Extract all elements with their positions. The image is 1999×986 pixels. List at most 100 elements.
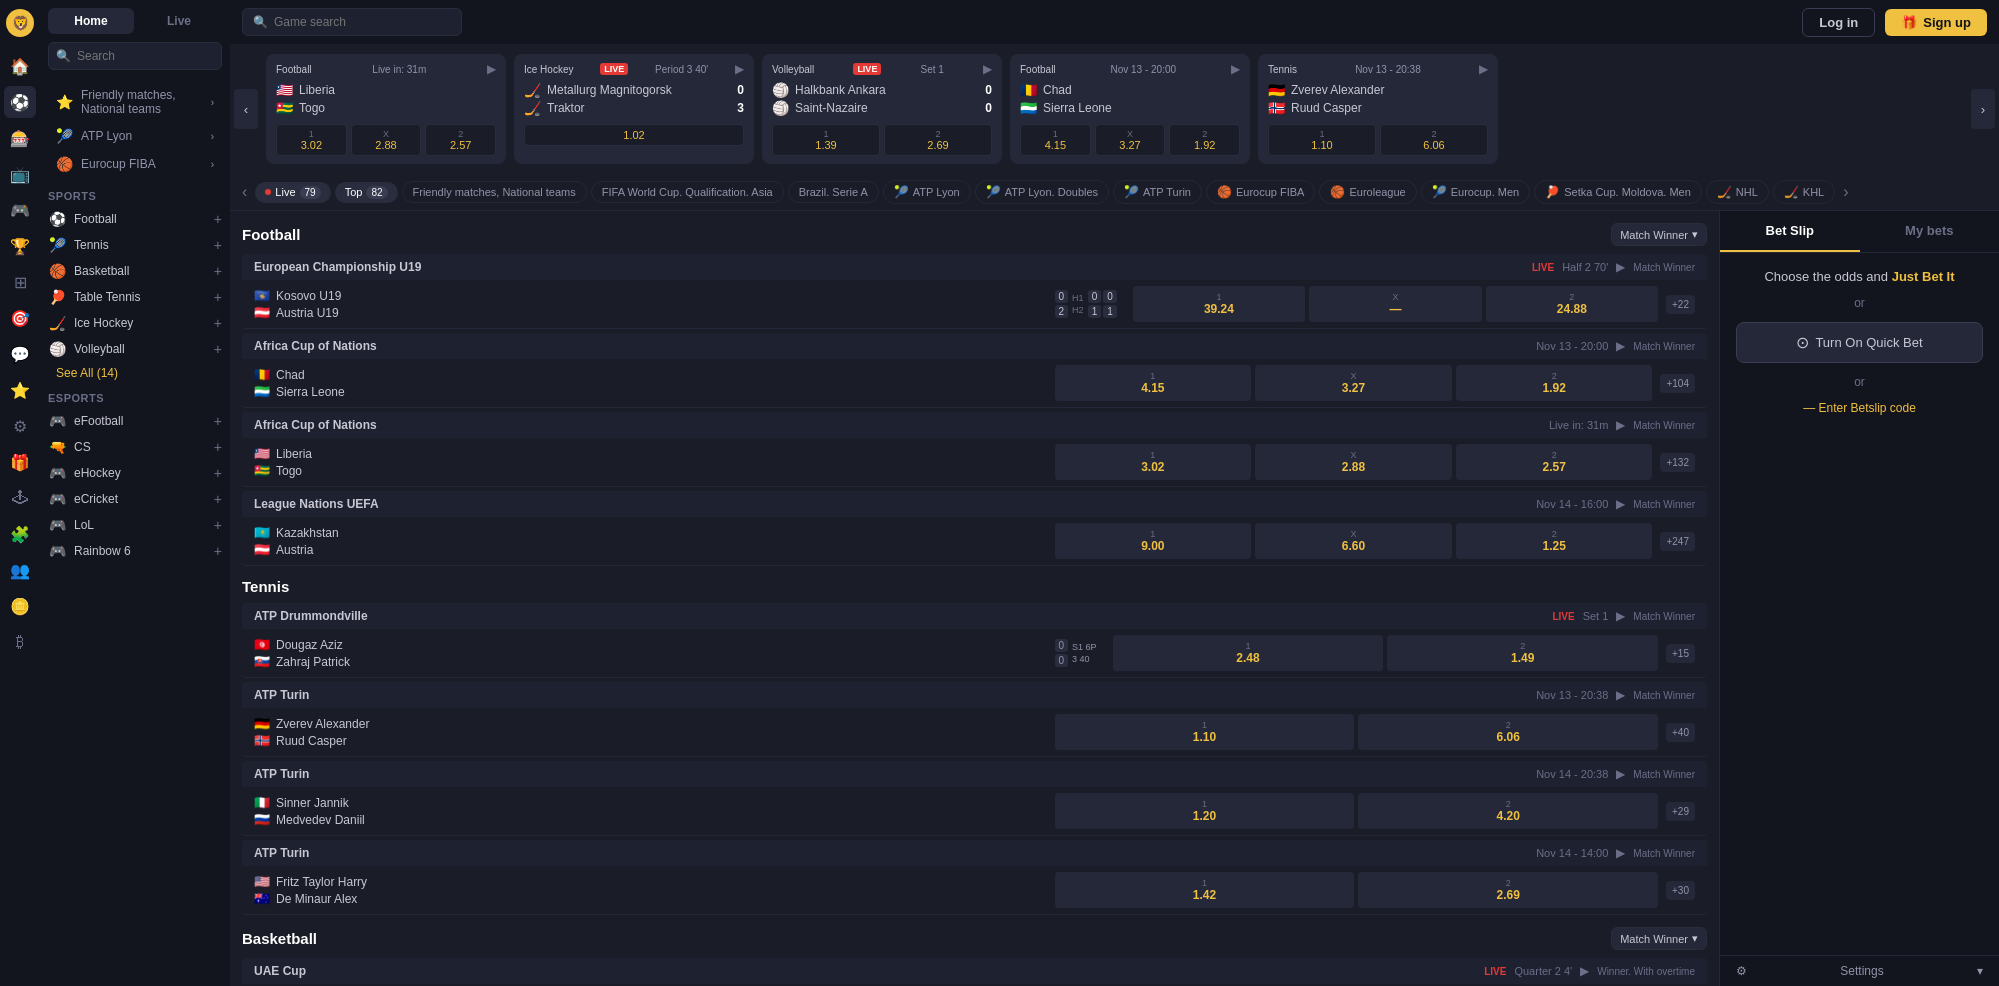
euro-u19-header[interactable]: European Championship U19 LIVE Half 2 70… xyxy=(242,254,1707,280)
betslip-tab-betslip[interactable]: Bet Slip xyxy=(1720,211,1860,252)
sidebar-sport-icehockey[interactable]: 🏒 Ice Hockey + xyxy=(40,310,230,336)
filter-chip-friendly[interactable]: Friendly matches, National teams xyxy=(402,181,587,203)
odd-1-kazakh[interactable]: 19.00 xyxy=(1055,523,1252,559)
more-badge-0[interactable]: +22 xyxy=(1666,295,1695,314)
odd-x-chad[interactable]: X3.27 xyxy=(1255,365,1452,401)
odd-1-zverev[interactable]: 11.10 xyxy=(1055,714,1355,750)
card3-odd1[interactable]: 14.15 xyxy=(1020,124,1091,156)
app-logo[interactable]: 🦁 xyxy=(5,8,35,38)
odd-1-fritz[interactable]: 11.42 xyxy=(1055,872,1355,908)
sidebar-sport-football[interactable]: ⚽ Football + xyxy=(40,206,230,232)
nav-games-icon[interactable]: 🕹 xyxy=(4,482,36,514)
filter-chip-brazil[interactable]: Brazil. Serie A xyxy=(788,181,879,203)
nav-casino-icon[interactable]: 🎰 xyxy=(4,122,36,154)
lol-add-icon[interactable]: + xyxy=(214,517,222,533)
odd-2-fritz[interactable]: 22.69 xyxy=(1358,872,1658,908)
sidebar-sport-tennis[interactable]: 🎾 Tennis + xyxy=(40,232,230,258)
more-badge-chad[interactable]: +104 xyxy=(1660,374,1695,393)
odd-2-sinner[interactable]: 24.20 xyxy=(1358,793,1658,829)
nav-puzzle-icon[interactable]: 🧩 xyxy=(4,518,36,550)
more-badge-fritz[interactable]: +30 xyxy=(1666,881,1695,900)
filter-chip-euroleague[interactable]: 🏀Euroleague xyxy=(1319,180,1416,204)
sidebar-esport-cs[interactable]: 🔫 CS + xyxy=(40,434,230,460)
sidebar-item-atplyon[interactable]: 🎾 ATP Lyon › xyxy=(48,122,222,150)
nav-trophy-icon[interactable]: 🏆 xyxy=(4,230,36,262)
nav-target-icon[interactable]: 🎯 xyxy=(4,302,36,334)
signup-button[interactable]: 🎁 Sign up xyxy=(1885,9,1987,36)
more-badge-zverev[interactable]: +40 xyxy=(1666,723,1695,742)
cs-add-icon[interactable]: + xyxy=(214,439,222,455)
more-badge-liberia[interactable]: +132 xyxy=(1660,453,1695,472)
football-market-selector[interactable]: Match Winner ▾ xyxy=(1611,223,1707,246)
odd-1-euro-u19[interactable]: 139.24 xyxy=(1133,286,1305,322)
live-card-4[interactable]: Tennis Nov 13 - 20:38 ▶ 🇩🇪Zverev Alexand… xyxy=(1258,54,1498,164)
odd-2-euro-u19[interactable]: 224.88 xyxy=(1486,286,1658,322)
search-input[interactable] xyxy=(274,15,424,29)
sidebar-esport-ehockey[interactable]: 🎮 eHockey + xyxy=(40,460,230,486)
africa-cup1-header[interactable]: Africa Cup of Nations Nov 13 - 20:00 ▶ M… xyxy=(242,333,1707,359)
icehockey-add-icon[interactable]: + xyxy=(214,315,222,331)
atp-drum-header[interactable]: ATP Drummondville LIVE Set 1 ▶ Match Win… xyxy=(242,603,1707,629)
filter-chip-atpturin[interactable]: 🎾ATP Turin xyxy=(1113,180,1202,204)
sidebar-search-input[interactable] xyxy=(48,42,222,70)
see-all-sports[interactable]: See All (14) xyxy=(40,362,230,384)
tennis-add-icon[interactable]: + xyxy=(214,237,222,253)
nav-chat-icon[interactable]: 💬 xyxy=(4,338,36,370)
card0-odd2[interactable]: 22.57 xyxy=(425,124,496,156)
filter-chip-setka[interactable]: 🏓Setka Cup. Moldova. Men xyxy=(1534,180,1702,204)
nav-home-icon[interactable]: 🏠 xyxy=(4,50,36,82)
live-card-3[interactable]: Football Nov 13 - 20:00 ▶ 🇹🇩Chad 🇸🇱Sierr… xyxy=(1010,54,1250,164)
betslip-code[interactable]: — Enter Betslip code xyxy=(1803,401,1916,415)
filter-chip-eurocupfiba[interactable]: 🏀Eurocup FIBA xyxy=(1206,180,1315,204)
tabletennis-add-icon[interactable]: + xyxy=(214,289,222,305)
sidebar-sport-basketball[interactable]: 🏀 Basketball + xyxy=(40,258,230,284)
sidebar-sport-volleyball[interactable]: 🏐 Volleyball + xyxy=(40,336,230,362)
nav-coin-icon[interactable]: 🪙 xyxy=(4,590,36,622)
card4-odd2[interactable]: 26.06 xyxy=(1380,124,1488,156)
basketball-add-icon[interactable]: + xyxy=(214,263,222,279)
card0-odd1[interactable]: 13.02 xyxy=(276,124,347,156)
cards-nav-right[interactable]: › xyxy=(1971,89,1995,129)
filter-chip-nhl[interactable]: 🏒NHL xyxy=(1706,180,1769,204)
card4-odd1[interactable]: 11.10 xyxy=(1268,124,1376,156)
odd-2-dougaz[interactable]: 21.49 xyxy=(1387,635,1658,671)
odd-1-chad[interactable]: 14.15 xyxy=(1055,365,1252,401)
nav-grid-icon[interactable]: ⊞ xyxy=(4,266,36,298)
more-badge-sinner[interactable]: +29 xyxy=(1666,802,1695,821)
live-card-1[interactable]: Ice Hockey LIVE Period 3 40' ▶ 🏒Metallur… xyxy=(514,54,754,164)
card1-odd1[interactable]: 1.02 xyxy=(524,124,744,146)
filter-nav-right[interactable]: › xyxy=(1839,181,1852,203)
atp-turin2-header[interactable]: ATP Turin Nov 14 - 20:38 ▶ Match Winner xyxy=(242,761,1707,787)
volleyball-add-icon[interactable]: + xyxy=(214,341,222,357)
football-add-icon[interactable]: + xyxy=(214,211,222,227)
ecricket-add-icon[interactable]: + xyxy=(214,491,222,507)
basketball-market-selector[interactable]: Match Winner ▾ xyxy=(1611,927,1707,950)
nav-gift-icon[interactable]: 🎁 xyxy=(4,446,36,478)
card2-odd1[interactable]: 11.39 xyxy=(772,124,880,156)
odd-1-dougaz[interactable]: 12.48 xyxy=(1113,635,1384,671)
nav-sports-icon[interactable]: ⚽ xyxy=(4,86,36,118)
atp-turin3-header[interactable]: ATP Turin Nov 14 - 14:00 ▶ Match Winner xyxy=(242,840,1707,866)
nav-bitcoin-icon[interactable]: ₿ xyxy=(4,626,36,658)
filter-chip-atplyon[interactable]: 🎾ATP Lyon xyxy=(883,180,971,204)
live-card-2[interactable]: Volleyball LIVE Set 1 ▶ 🏐Halkbank Ankara… xyxy=(762,54,1002,164)
filter-nav-left[interactable]: ‹ xyxy=(238,181,251,203)
sidebar-item-eurocup[interactable]: 🏀 Eurocup FIBA › xyxy=(48,150,222,178)
sidebar-sport-tabletennis[interactable]: 🏓 Table Tennis + xyxy=(40,284,230,310)
sidebar-esport-lol[interactable]: 🎮 LoL + xyxy=(40,512,230,538)
sidebar-tab-live[interactable]: Live xyxy=(136,8,222,34)
filter-chip-live[interactable]: Live 79 xyxy=(255,182,330,203)
uae-cup-header[interactable]: UAE Cup LIVE Quarter 2 4' ▶ Winner. With… xyxy=(242,958,1707,984)
odd-x-kazakh[interactable]: X6.60 xyxy=(1255,523,1452,559)
nav-star-icon[interactable]: ⭐ xyxy=(4,374,36,406)
card0-oddx[interactable]: X2.88 xyxy=(351,124,422,156)
odd-2-chad[interactable]: 21.92 xyxy=(1456,365,1653,401)
nav-esports-icon[interactable]: 🎮 xyxy=(4,194,36,226)
filter-chip-top[interactable]: Top 82 xyxy=(335,182,398,203)
league-nations-header[interactable]: League Nations UEFA Nov 14 - 16:00 ▶ Mat… xyxy=(242,491,1707,517)
sidebar-item-friendly[interactable]: ⭐ Friendly matches, National teams › xyxy=(48,82,222,122)
sidebar-esport-efootball[interactable]: 🎮 eFootball + xyxy=(40,408,230,434)
card3-odd2[interactable]: 21.92 xyxy=(1169,124,1240,156)
nav-live-icon[interactable]: 📺 xyxy=(4,158,36,190)
ehockey-add-icon[interactable]: + xyxy=(214,465,222,481)
